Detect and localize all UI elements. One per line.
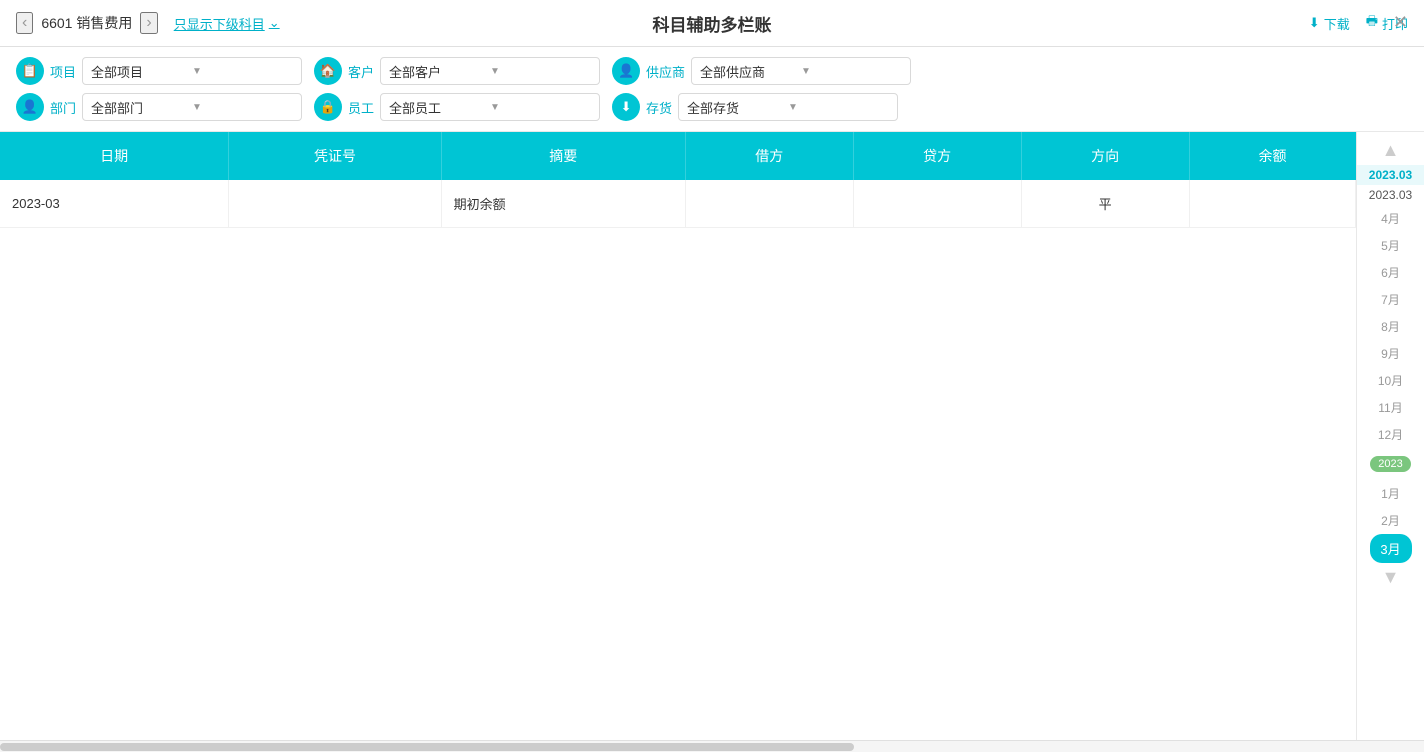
col-voucher: 凭证号 xyxy=(229,132,441,180)
top-bar: ‹ 6601 销售费用 › 只显示下级科目 ⌄ 科目辅助多栏账 ⬇ 下载 🖶 打… xyxy=(0,0,1424,47)
customer-value: 全部客户 xyxy=(389,62,490,81)
account-code-label: 6601 销售费用 xyxy=(41,13,132,33)
cell-direction: 平 xyxy=(1021,180,1189,228)
project-value: 全部项目 xyxy=(91,62,192,81)
supplier-select[interactable]: 全部供应商 ▼ xyxy=(691,57,911,85)
next-account-button[interactable]: › xyxy=(140,12,157,34)
filter-inventory: ⬇ 存货 全部存货 ▼ xyxy=(612,93,898,121)
col-date: 日期 xyxy=(0,132,229,180)
employee-value: 全部员工 xyxy=(389,98,490,117)
filter-row-2: 👤 部门 全部部门 ▼ 🔒 员工 全部员工 ▼ ⬇ 存货 xyxy=(16,93,1408,121)
supplier-label: 供应商 xyxy=(646,62,685,81)
cell-date: 2023-03 xyxy=(0,180,229,228)
project-select[interactable]: 全部项目 ▼ xyxy=(82,57,302,85)
inventory-select[interactable]: 全部存货 ▼ xyxy=(678,93,898,121)
show-sub-accounts-button[interactable]: 只显示下级科目 ⌄ xyxy=(174,14,280,33)
timeline-up-arrow[interactable]: ▲ xyxy=(1357,136,1424,165)
timeline-month-4[interactable]: 4月 xyxy=(1357,205,1424,232)
filter-area: 📋 项目 全部项目 ▼ 🏠 客户 全部客户 ▼ 👤 供应商 xyxy=(0,47,1424,132)
customer-chevron-icon: ▼ xyxy=(490,66,591,77)
sidebar-timeline: ▲ 2023.03 2023.03 4月 5月 6月 7月 8月 9月 10月 … xyxy=(1356,132,1424,740)
customer-label: 客户 xyxy=(348,62,374,81)
supplier-icon: 👤 xyxy=(612,57,640,85)
col-debit: 借方 xyxy=(685,132,853,180)
inventory-chevron-icon: ▼ xyxy=(788,102,889,113)
col-direction: 方向 xyxy=(1021,132,1189,180)
timeline-month-2[interactable]: 2月 xyxy=(1357,507,1424,534)
timeline-month-3-active[interactable]: 3月 xyxy=(1370,534,1412,563)
department-label: 部门 xyxy=(50,98,76,117)
col-credit: 贷方 xyxy=(853,132,1021,180)
customer-icon: 🏠 xyxy=(314,57,342,85)
chevron-down-icon: ⌄ xyxy=(269,15,280,31)
timeline-month-5[interactable]: 5月 xyxy=(1357,232,1424,259)
cell-debit xyxy=(685,180,853,228)
project-label: 项目 xyxy=(50,62,76,81)
employee-chevron-icon: ▼ xyxy=(490,102,591,113)
employee-icon: 🔒 xyxy=(314,93,342,121)
data-table: 日期 凭证号 摘要 借方 贷方 方向 余额 2023-03 期初余额 xyxy=(0,132,1356,228)
filter-supplier: 👤 供应商 全部供应商 ▼ xyxy=(612,57,911,85)
cell-credit xyxy=(853,180,1021,228)
timeline-month-11[interactable]: 11月 xyxy=(1357,394,1424,421)
timeline-month-8[interactable]: 8月 xyxy=(1357,313,1424,340)
inventory-icon: ⬇ xyxy=(612,93,640,121)
inventory-label: 存货 xyxy=(646,98,672,117)
prev-account-button[interactable]: ‹ xyxy=(16,12,33,34)
timeline-month-7[interactable]: 7月 xyxy=(1357,286,1424,313)
timeline-down-arrow[interactable]: ▼ xyxy=(1357,563,1424,592)
filter-department: 👤 部门 全部部门 ▼ xyxy=(16,93,302,121)
close-button[interactable]: ✕ xyxy=(1393,12,1408,33)
timeline-month-10[interactable]: 10月 xyxy=(1357,367,1424,394)
cell-voucher xyxy=(229,180,441,228)
timeline-month-6[interactable]: 6月 xyxy=(1357,259,1424,286)
timeline-month-12[interactable]: 12月 xyxy=(1357,421,1424,448)
supplier-chevron-icon: ▼ xyxy=(801,66,902,77)
table-row: 2023-03 期初余额 平 xyxy=(0,180,1356,228)
main-content: 日期 凭证号 摘要 借方 贷方 方向 余额 2023-03 期初余额 xyxy=(0,132,1424,740)
inventory-value: 全部存货 xyxy=(687,98,788,117)
page-title: 科目辅助多栏账 xyxy=(653,11,772,36)
year-badge: 2023 xyxy=(1370,456,1410,472)
department-icon: 👤 xyxy=(16,93,44,121)
department-value: 全部部门 xyxy=(91,98,192,117)
timeline-month-1[interactable]: 1月 xyxy=(1357,480,1424,507)
main-window: ‹ 6601 销售费用 › 只显示下级科目 ⌄ 科目辅助多栏账 ⬇ 下载 🖶 打… xyxy=(0,0,1424,752)
employee-select[interactable]: 全部员工 ▼ xyxy=(380,93,600,121)
cell-balance xyxy=(1189,180,1355,228)
download-button[interactable]: ⬇ 下载 xyxy=(1309,14,1350,33)
filter-row-1: 📋 项目 全部项目 ▼ 🏠 客户 全部客户 ▼ 👤 供应商 xyxy=(16,57,1408,85)
filter-employee: 🔒 员工 全部员工 ▼ xyxy=(314,93,600,121)
filter-project: 📋 项目 全部项目 ▼ xyxy=(16,57,302,85)
timeline-month-9[interactable]: 9月 xyxy=(1357,340,1424,367)
supplier-value: 全部供应商 xyxy=(700,62,801,81)
col-balance: 余额 xyxy=(1189,132,1355,180)
customer-select[interactable]: 全部客户 ▼ xyxy=(380,57,600,85)
print-icon: 🖶 xyxy=(1366,12,1378,34)
timeline-section-2023-03-bottom[interactable]: 2023.03 xyxy=(1357,185,1424,205)
timeline-section-2023-03-top[interactable]: 2023.03 xyxy=(1357,165,1424,185)
col-summary: 摘要 xyxy=(441,132,685,180)
filter-customer: 🏠 客户 全部客户 ▼ xyxy=(314,57,600,85)
department-chevron-icon: ▼ xyxy=(192,102,293,113)
download-icon: ⬇ xyxy=(1309,15,1320,31)
employee-label: 员工 xyxy=(348,98,374,117)
project-chevron-icon: ▼ xyxy=(192,66,293,77)
cell-summary: 期初余额 xyxy=(441,180,685,228)
scrollbar-thumb[interactable] xyxy=(0,743,854,751)
table-area[interactable]: 日期 凭证号 摘要 借方 贷方 方向 余额 2023-03 期初余额 xyxy=(0,132,1356,740)
horizontal-scrollbar[interactable] xyxy=(0,740,1424,752)
project-icon: 📋 xyxy=(16,57,44,85)
table-header-row: 日期 凭证号 摘要 借方 贷方 方向 余额 xyxy=(0,132,1356,180)
department-select[interactable]: 全部部门 ▼ xyxy=(82,93,302,121)
